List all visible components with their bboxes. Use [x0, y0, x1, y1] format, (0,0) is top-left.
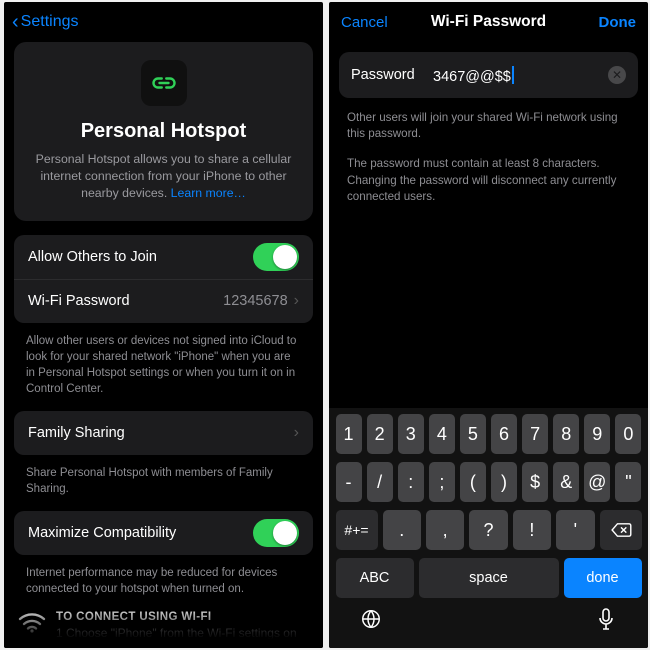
key-at[interactable]: @ [584, 462, 610, 502]
cancel-button[interactable]: Cancel [341, 14, 401, 31]
hero-desc: Personal Hotspot allows you to share a c… [30, 151, 297, 203]
key-quote[interactable]: " [615, 462, 641, 502]
key-colon[interactable]: : [398, 462, 424, 502]
password-label: Password [351, 67, 433, 83]
key-5[interactable]: 5 [460, 414, 486, 454]
key-apos[interactable]: ' [556, 510, 594, 550]
family-sharing-footer: Share Personal Hotspot with members of F… [4, 461, 323, 511]
keyboard-row-1: 1 2 3 4 5 6 7 8 9 0 [333, 414, 644, 454]
key-lparen[interactable]: ( [460, 462, 486, 502]
key-6[interactable]: 6 [491, 414, 517, 454]
learn-more-link[interactable]: Learn more… [171, 186, 246, 200]
back-label: Settings [21, 13, 79, 31]
key-8[interactable]: 8 [553, 414, 579, 454]
globe-icon[interactable] [351, 608, 391, 636]
maximize-compat-toggle[interactable] [253, 519, 299, 547]
wifi-password-label: Wi-Fi Password [28, 293, 130, 309]
connect-step: 1 Choose "iPhone" from the Wi-Fi setting… [56, 626, 297, 640]
chevron-right-icon: › [294, 292, 299, 310]
maximize-compat-row[interactable]: Maximize Compatibility [14, 511, 313, 555]
key-4[interactable]: 4 [429, 414, 455, 454]
family-sharing-row[interactable]: Family Sharing › [14, 411, 313, 455]
key-exclaim[interactable]: ! [513, 510, 551, 550]
allow-others-footer: Allow other users or devices not signed … [4, 329, 323, 411]
key-rparen[interactable]: ) [491, 462, 517, 502]
password-input[interactable]: 3467@@$$ [433, 66, 608, 85]
key-amp[interactable]: & [553, 462, 579, 502]
clear-input-button[interactable]: ✕ [608, 66, 626, 84]
key-question[interactable]: ? [469, 510, 507, 550]
hotspot-link-icon [141, 60, 187, 106]
connect-wifi-instructions: TO CONNECT USING WI-FI 1 Choose "iPhone"… [4, 611, 323, 640]
key-1[interactable]: 1 [336, 414, 362, 454]
allow-others-row[interactable]: Allow Others to Join [14, 235, 313, 279]
family-sharing-label: Family Sharing [28, 425, 125, 441]
key-7[interactable]: 7 [522, 414, 548, 454]
keyboard: 1 2 3 4 5 6 7 8 9 0 - / : ; ( ) $ & @ " … [329, 408, 648, 648]
chevron-left-icon: ‹ [12, 11, 19, 34]
key-space[interactable]: space [419, 558, 559, 598]
wifi-password-row[interactable]: Wi-Fi Password 12345678 › [14, 279, 313, 323]
key-dash[interactable]: - [336, 462, 362, 502]
key-slash[interactable]: / [367, 462, 393, 502]
key-9[interactable]: 9 [584, 414, 610, 454]
keyboard-row-4: ABC space done [333, 558, 644, 598]
key-mode[interactable]: #+= [336, 510, 378, 550]
key-comma[interactable]: , [426, 510, 464, 550]
wifi-icon [18, 611, 46, 635]
page-title: Wi-Fi Password [401, 13, 576, 31]
allow-others-label: Allow Others to Join [28, 249, 157, 265]
hero-title: Personal Hotspot [30, 120, 297, 143]
key-semicolon[interactable]: ; [429, 462, 455, 502]
key-2[interactable]: 2 [367, 414, 393, 454]
back-nav[interactable]: ‹Settings [4, 2, 323, 42]
password-input-row[interactable]: Password 3467@@$$ ✕ [339, 52, 638, 98]
connect-caption: TO CONNECT USING WI-FI [56, 611, 297, 623]
key-dollar[interactable]: $ [522, 462, 548, 502]
hero-card: Personal Hotspot Personal Hotspot allows… [14, 42, 313, 221]
key-3[interactable]: 3 [398, 414, 424, 454]
mic-icon[interactable] [586, 608, 626, 636]
key-period[interactable]: . [383, 510, 421, 550]
key-done[interactable]: done [564, 558, 642, 598]
keyboard-row-2: - / : ; ( ) $ & @ " [333, 462, 644, 502]
help-text-1: Other users will join your shared Wi-Fi … [329, 110, 648, 156]
maximize-compat-footer: Internet performance may be reduced for … [4, 561, 323, 611]
help-text-2: The password must contain at least 8 cha… [329, 156, 648, 219]
keyboard-row-3: #+= . , ? ! ' [333, 510, 644, 550]
allow-others-toggle[interactable] [253, 243, 299, 271]
key-0[interactable]: 0 [615, 414, 641, 454]
done-button[interactable]: Done [576, 14, 636, 31]
chevron-right-icon: › [294, 424, 299, 442]
wifi-password-value: 12345678 [223, 293, 288, 309]
key-abc[interactable]: ABC [336, 558, 414, 598]
maximize-compat-label: Maximize Compatibility [28, 525, 176, 541]
key-backspace[interactable] [600, 510, 642, 550]
